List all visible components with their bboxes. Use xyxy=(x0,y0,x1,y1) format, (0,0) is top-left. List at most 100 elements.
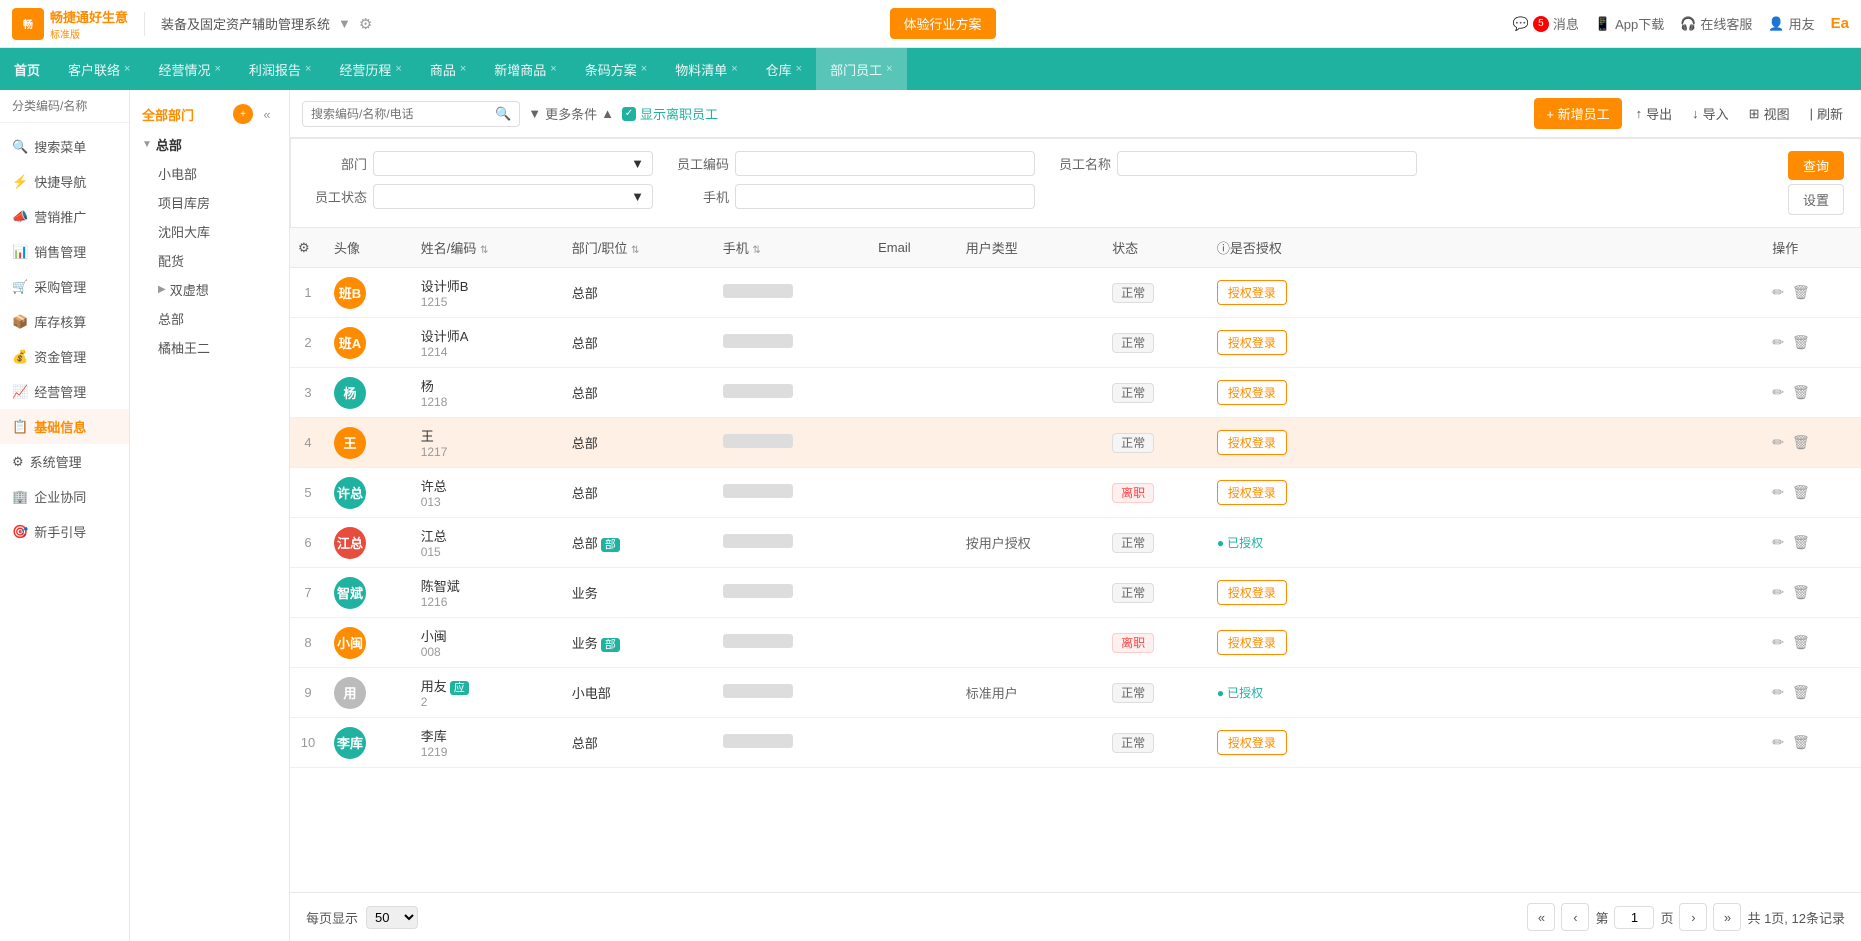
query-button[interactable]: 查询 xyxy=(1788,151,1844,180)
edit-icon[interactable]: ✏ xyxy=(1772,534,1784,551)
sidebar-item-purchase[interactable]: 🛒 采购管理 xyxy=(0,269,129,304)
reset-button[interactable]: 设置 xyxy=(1788,184,1844,215)
dept-item-head[interactable]: 总部 xyxy=(130,304,289,333)
settings-icon[interactable]: ⚙ xyxy=(359,15,372,33)
sort-phone-icon[interactable]: ⇅ xyxy=(752,245,760,256)
dept-add-icon[interactable]: + xyxy=(233,104,253,124)
auth-button[interactable]: 授权登录 xyxy=(1217,580,1287,605)
sort-name-icon[interactable]: ⇅ xyxy=(480,245,488,256)
delete-icon[interactable]: 🗑 xyxy=(1792,334,1810,351)
view-button[interactable]: ⊞ 视图 xyxy=(1743,100,1796,127)
edit-icon[interactable]: ✏ xyxy=(1772,334,1784,351)
first-page-btn[interactable]: « xyxy=(1527,903,1555,931)
close-icon[interactable]: × xyxy=(305,63,311,75)
page-number-input[interactable] xyxy=(1614,906,1654,929)
close-icon[interactable]: × xyxy=(395,63,401,75)
edit-icon[interactable]: ✏ xyxy=(1772,584,1784,601)
close-icon[interactable]: × xyxy=(460,63,466,75)
dept-item-orange[interactable]: 橘柚王二 xyxy=(130,333,289,362)
close-icon[interactable]: × xyxy=(796,63,802,75)
auth-button[interactable]: 授权登录 xyxy=(1217,730,1287,755)
auth-button[interactable]: 授权登录 xyxy=(1217,430,1287,455)
tab-operation[interactable]: 经营情况 × xyxy=(144,48,234,90)
user-avatar[interactable]: 👤 用友 xyxy=(1768,14,1814,33)
th-phone[interactable]: 手机 ⇅ xyxy=(715,228,870,268)
app-download-btn[interactable]: 📱 App下载 xyxy=(1595,14,1664,33)
close-icon[interactable]: × xyxy=(214,63,220,75)
filter-dept-select[interactable]: ▼ xyxy=(373,151,653,176)
tab-history[interactable]: 经营历程 × xyxy=(325,48,415,90)
edit-icon[interactable]: ✏ xyxy=(1772,684,1784,701)
sidebar-item-system[interactable]: ⚙ 系统管理 xyxy=(0,444,129,479)
add-employee-button[interactable]: + 新增员工 xyxy=(1534,98,1621,129)
filter-phone-input[interactable] xyxy=(735,184,1035,209)
edit-icon[interactable]: ✏ xyxy=(1772,434,1784,451)
tab-customer[interactable]: 客户联络 × xyxy=(54,48,144,90)
delete-icon[interactable]: 🗑 xyxy=(1792,734,1810,751)
auth-button[interactable]: 授权登录 xyxy=(1217,380,1287,405)
edit-icon[interactable]: ✏ xyxy=(1772,634,1784,651)
per-page-select[interactable]: 50 20 100 xyxy=(366,906,418,929)
dept-item-shenyang[interactable]: 沈阳大库 xyxy=(130,217,289,246)
dept-item-small-electric[interactable]: 小电部 xyxy=(130,159,289,188)
close-icon[interactable]: × xyxy=(124,63,130,75)
sidebar-item-company[interactable]: 🏢 企业协同 xyxy=(0,479,129,514)
dept-item-project[interactable]: 项目库房 xyxy=(130,188,289,217)
sidebar-item-sales[interactable]: 📊 销售管理 xyxy=(0,234,129,269)
tab-employee[interactable]: 部门员工 × xyxy=(816,48,906,90)
delete-icon[interactable]: 🗑 xyxy=(1792,284,1810,301)
export-button[interactable]: ↑ 导出 xyxy=(1630,100,1679,127)
th-name[interactable]: 姓名/编码 ⇅ xyxy=(413,228,564,268)
filter-status-select[interactable]: ▼ xyxy=(373,184,653,209)
delete-icon[interactable]: 🗑 xyxy=(1792,584,1810,601)
sidebar-item-marketing[interactable]: 📣 营销推广 xyxy=(0,199,129,234)
edit-icon[interactable]: ✏ xyxy=(1772,384,1784,401)
th-dept[interactable]: 部门/职位 ⇅ xyxy=(564,228,715,268)
edit-icon[interactable]: ✏ xyxy=(1772,734,1784,751)
dept-item-distribution[interactable]: 配货 xyxy=(130,246,289,275)
auth-button[interactable]: 授权登录 xyxy=(1217,480,1287,505)
dropdown-arrow-icon[interactable]: ▼ xyxy=(338,16,351,31)
edit-icon[interactable]: ✏ xyxy=(1772,484,1784,501)
delete-icon[interactable]: 🗑 xyxy=(1792,684,1810,701)
th-settings[interactable]: ⚙ xyxy=(290,228,326,268)
auth-button[interactable]: 授权登录 xyxy=(1217,280,1287,305)
dept-item-double[interactable]: ▶ 双虚想 xyxy=(130,275,289,304)
sidebar-item-stock[interactable]: 📦 库存核算 xyxy=(0,304,129,339)
sort-dept-icon[interactable]: ⇅ xyxy=(631,245,639,256)
last-page-btn[interactable]: » xyxy=(1713,903,1741,931)
more-filter-btn[interactable]: ▼ 更多条件 ▲ xyxy=(528,104,614,123)
import-button[interactable]: ↓ 导入 xyxy=(1686,100,1735,127)
sidebar-search-input[interactable] xyxy=(12,99,130,113)
auth-button[interactable]: 授权登录 xyxy=(1217,630,1287,655)
next-page-btn[interactable]: › xyxy=(1679,903,1707,931)
tab-profit[interactable]: 利润报告 × xyxy=(235,48,325,90)
dept-collapse-icon[interactable]: « xyxy=(257,104,277,124)
th-auth[interactable]: ⓘ是否授权 xyxy=(1209,228,1364,268)
show-leave-checkbox[interactable]: ✓ 显示离职员工 xyxy=(622,104,718,123)
close-icon[interactable]: × xyxy=(641,63,647,75)
online-service-btn[interactable]: 🎧 在线客服 xyxy=(1680,14,1752,33)
close-icon[interactable]: × xyxy=(731,63,737,75)
message-btn[interactable]: 💬 5 消息 xyxy=(1513,14,1579,33)
tab-bom[interactable]: 物料清单 × xyxy=(661,48,751,90)
sidebar-item-search[interactable]: 🔍 搜索菜单 xyxy=(0,129,129,164)
edit-icon[interactable]: ✏ xyxy=(1772,284,1784,301)
trial-button[interactable]: 体验行业方案 xyxy=(890,8,996,39)
sidebar-item-guide[interactable]: 🎯 新手引导 xyxy=(0,514,129,549)
tab-warehouse[interactable]: 仓库 × xyxy=(752,48,816,90)
sidebar-item-operation[interactable]: 📈 经营管理 xyxy=(0,374,129,409)
close-icon[interactable]: × xyxy=(886,63,892,75)
dept-section-total[interactable]: ▼ 总部 xyxy=(130,130,289,159)
search-icon[interactable]: 🔍 xyxy=(495,106,511,122)
filter-emp-code-input[interactable] xyxy=(735,151,1035,176)
tab-add-goods[interactable]: 新增商品 × xyxy=(480,48,570,90)
filter-emp-name-input[interactable] xyxy=(1117,151,1417,176)
delete-icon[interactable]: 🗑 xyxy=(1792,484,1810,501)
delete-icon[interactable]: 🗑 xyxy=(1792,434,1810,451)
sidebar-item-basic[interactable]: 📋 基础信息 xyxy=(0,409,129,444)
delete-icon[interactable]: 🗑 xyxy=(1792,534,1810,551)
sidebar-item-finance[interactable]: 💰 资金管理 xyxy=(0,339,129,374)
tab-goods[interactable]: 商品 × xyxy=(416,48,480,90)
tab-home[interactable]: 首页 xyxy=(0,48,54,90)
